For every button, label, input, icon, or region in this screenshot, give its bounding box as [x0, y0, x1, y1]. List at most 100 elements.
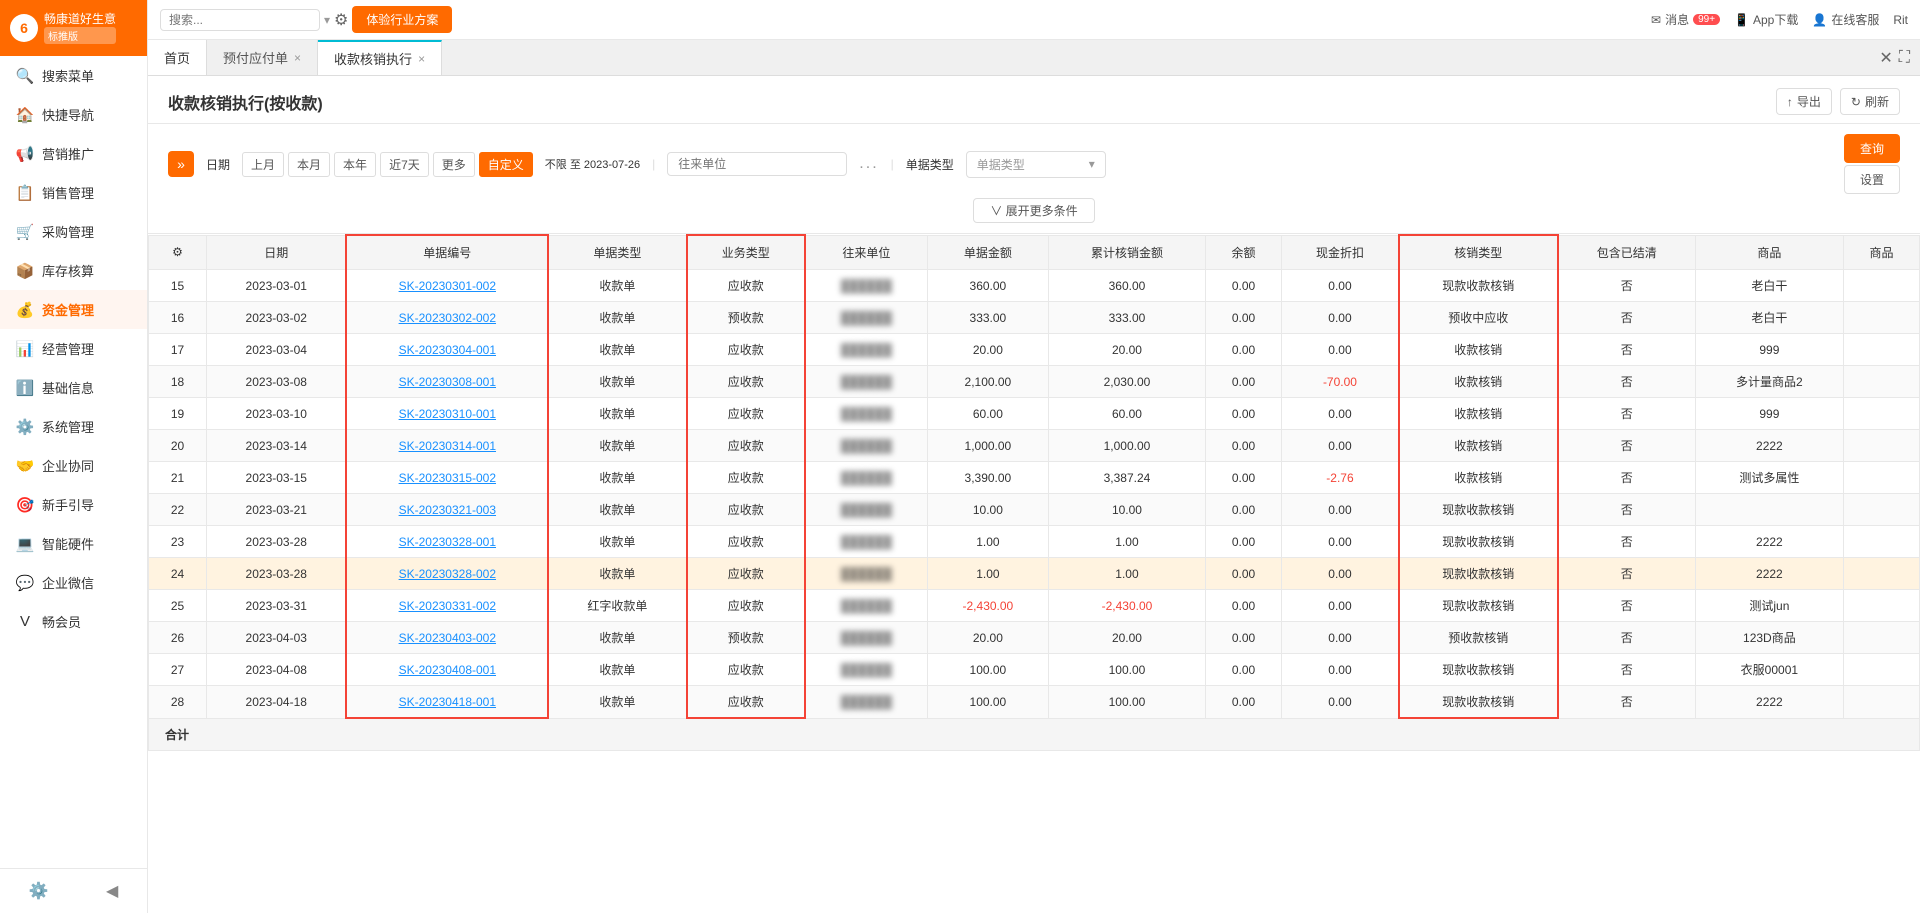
th-cumul-amount[interactable]: 累计核销金额 — [1048, 235, 1205, 270]
sidebar-item-basic[interactable]: ℹ️基础信息 — [0, 368, 147, 407]
topbar-online-service[interactable]: 👤 在线客服 — [1812, 11, 1879, 28]
cell-biz-type: 应收款 — [687, 494, 805, 526]
cell-bill-no[interactable]: SK-20230315-002 — [346, 462, 548, 494]
sidebar-item-enterprise[interactable]: 🤝企业协同 — [0, 446, 147, 485]
sidebar-item-marketing[interactable]: 📢营销推广 — [0, 134, 147, 173]
cell-bill-no[interactable]: SK-20230304-001 — [346, 334, 548, 366]
filter-expand-btn[interactable]: » — [168, 151, 194, 177]
sidebar-item-inventory[interactable]: 📦库存核算 — [0, 251, 147, 290]
th-cash-discount[interactable]: 现金折扣 — [1282, 235, 1399, 270]
bill-no-link[interactable]: SK-20230418-001 — [399, 695, 496, 709]
table-row: 16 2023-03-02 SK-20230302-002 收款单 预收款 ██… — [149, 302, 1920, 334]
cell-bill-no[interactable]: SK-20230321-003 — [346, 494, 548, 526]
filter-bill-type-select[interactable]: 单据类型 ▾ — [966, 151, 1106, 178]
th-writeoff-type[interactable]: 核销类型 — [1399, 235, 1558, 270]
th-product2[interactable]: 商品 — [1843, 235, 1919, 270]
bill-no-link[interactable]: SK-20230304-001 — [399, 343, 496, 357]
sidebar-item-member[interactable]: V畅会员 — [0, 602, 147, 641]
bill-no-link[interactable]: SK-20230328-001 — [399, 535, 496, 549]
th-include-settled[interactable]: 包含已结清 — [1558, 235, 1696, 270]
bill-no-link[interactable]: SK-20230403-002 — [399, 631, 496, 645]
cell-bill-no[interactable]: SK-20230331-002 — [346, 590, 548, 622]
topbar-gear-icon[interactable]: ⚙ — [334, 10, 348, 30]
th-biz-type[interactable]: 业务类型 — [687, 235, 805, 270]
cell-bill-no[interactable]: SK-20230308-001 — [346, 366, 548, 398]
cell-bill-no[interactable]: SK-20230403-002 — [346, 622, 548, 654]
cell-writeoff-type: 收款核销 — [1399, 430, 1558, 462]
cell-include-settled: 否 — [1558, 558, 1696, 590]
filter-btn-more[interactable]: 更多 — [433, 152, 475, 177]
sidebar-item-hardware[interactable]: 💻智能硬件 — [0, 524, 147, 563]
sidebar-item-purchase[interactable]: 🛒采购管理 — [0, 212, 147, 251]
export-label: 导出 — [1797, 93, 1821, 110]
cell-bill-no[interactable]: SK-20230328-002 — [346, 558, 548, 590]
sidebar-item-quick-nav[interactable]: 🏠快捷导航 — [0, 95, 147, 134]
th-bill-amount[interactable]: 单据金额 — [927, 235, 1048, 270]
th-balance[interactable]: 余额 — [1206, 235, 1282, 270]
cell-date: 2023-03-01 — [207, 270, 347, 302]
cell-bill-amount: 333.00 — [927, 302, 1048, 334]
tab-prepay[interactable]: 预付应付单 × — [207, 40, 318, 75]
bill-no-link[interactable]: SK-20230408-001 — [399, 663, 496, 677]
sidebar-collapse-btn[interactable]: ◀ — [98, 877, 126, 905]
bill-no-link[interactable]: SK-20230301-002 — [399, 279, 496, 293]
tab-receipt-close[interactable]: × — [418, 52, 425, 66]
sidebar-item-system[interactable]: ⚙️系统管理 — [0, 407, 147, 446]
sidebar-item-sales[interactable]: 📋销售管理 — [0, 173, 147, 212]
cell-product2 — [1843, 270, 1919, 302]
sidebar-item-label-system: 系统管理 — [42, 417, 94, 436]
bill-no-link[interactable]: SK-20230331-002 — [399, 599, 496, 613]
topbar-search-input[interactable] — [160, 9, 320, 31]
th-bill-type[interactable]: 单据类型 — [548, 235, 687, 270]
export-button[interactable]: ↑ 导出 — [1776, 88, 1832, 115]
tab-close-all-icon[interactable]: ✕ — [1879, 48, 1892, 68]
sidebar-settings-btn[interactable]: ⚙️ — [21, 877, 57, 905]
cell-writeoff-type: 现款收款核销 — [1399, 494, 1558, 526]
refresh-button[interactable]: ↻ 刷新 — [1840, 88, 1900, 115]
sidebar-item-wechat[interactable]: 💬企业微信 — [0, 563, 147, 602]
bill-no-link[interactable]: SK-20230315-002 — [399, 471, 496, 485]
tab-receipt-exec[interactable]: 收款核销执行 × — [318, 40, 442, 75]
cell-bill-no[interactable]: SK-20230418-001 — [346, 686, 548, 719]
bill-no-link[interactable]: SK-20230302-002 — [399, 311, 496, 325]
topbar-app-download[interactable]: 📱 App下载 — [1734, 11, 1798, 28]
bill-no-link[interactable]: SK-20230321-003 — [399, 503, 496, 517]
cell-bill-no[interactable]: SK-20230314-001 — [346, 430, 548, 462]
th-partner[interactable]: 往来单位 — [805, 235, 927, 270]
partner-value: ██████ — [841, 599, 892, 613]
partner-value: ██████ — [841, 439, 892, 453]
th-date[interactable]: 日期 — [207, 235, 347, 270]
filter-expand-more-btn[interactable]: ∨ 展开更多条件 — [973, 198, 1094, 223]
bill-no-link[interactable]: SK-20230308-001 — [399, 375, 496, 389]
cell-bill-no[interactable]: SK-20230301-002 — [346, 270, 548, 302]
filter-btn-this-month[interactable]: 本月 — [288, 152, 330, 177]
bill-no-link[interactable]: SK-20230328-002 — [399, 567, 496, 581]
th-bill-no[interactable]: 单据编号 — [346, 235, 548, 270]
partner-value: ██████ — [841, 375, 892, 389]
tab-prepay-close[interactable]: × — [294, 51, 301, 65]
tab-home[interactable]: 首页 — [148, 40, 207, 75]
topbar-solution-btn[interactable]: 体验行业方案 — [352, 6, 452, 33]
filter-setting-btn[interactable]: 设置 — [1844, 165, 1900, 194]
cell-bill-no[interactable]: SK-20230408-001 — [346, 654, 548, 686]
filter-btn-last-month[interactable]: 上月 — [242, 152, 284, 177]
filter-query-btn[interactable]: 查询 — [1844, 134, 1900, 163]
topbar-messages[interactable]: ✉ 消息 99+ — [1651, 11, 1720, 28]
sidebar-item-operation[interactable]: 📊经营管理 — [0, 329, 147, 368]
th-product[interactable]: 商品 — [1695, 235, 1843, 270]
filter-btn-custom[interactable]: 自定义 — [479, 152, 533, 177]
sidebar-item-finance[interactable]: 💰资金管理 — [0, 290, 147, 329]
bill-no-link[interactable]: SK-20230310-001 — [399, 407, 496, 421]
tab-fullscreen-icon[interactable]: ⛶ — [1899, 49, 1910, 67]
cell-bill-no[interactable]: SK-20230310-001 — [346, 398, 548, 430]
sidebar-item-guide[interactable]: 🎯新手引导 — [0, 485, 147, 524]
cell-bill-no[interactable]: SK-20230328-001 — [346, 526, 548, 558]
cell-cash-discount: 0.00 — [1282, 654, 1399, 686]
filter-btn-this-year[interactable]: 本年 — [334, 152, 376, 177]
cell-bill-no[interactable]: SK-20230302-002 — [346, 302, 548, 334]
filter-btn-7days[interactable]: 近7天 — [380, 152, 429, 177]
filter-partner-input[interactable] — [667, 152, 847, 176]
bill-no-link[interactable]: SK-20230314-001 — [399, 439, 496, 453]
cell-seq: 24 — [149, 558, 207, 590]
sidebar-item-search[interactable]: 🔍搜索菜单 — [0, 56, 147, 95]
